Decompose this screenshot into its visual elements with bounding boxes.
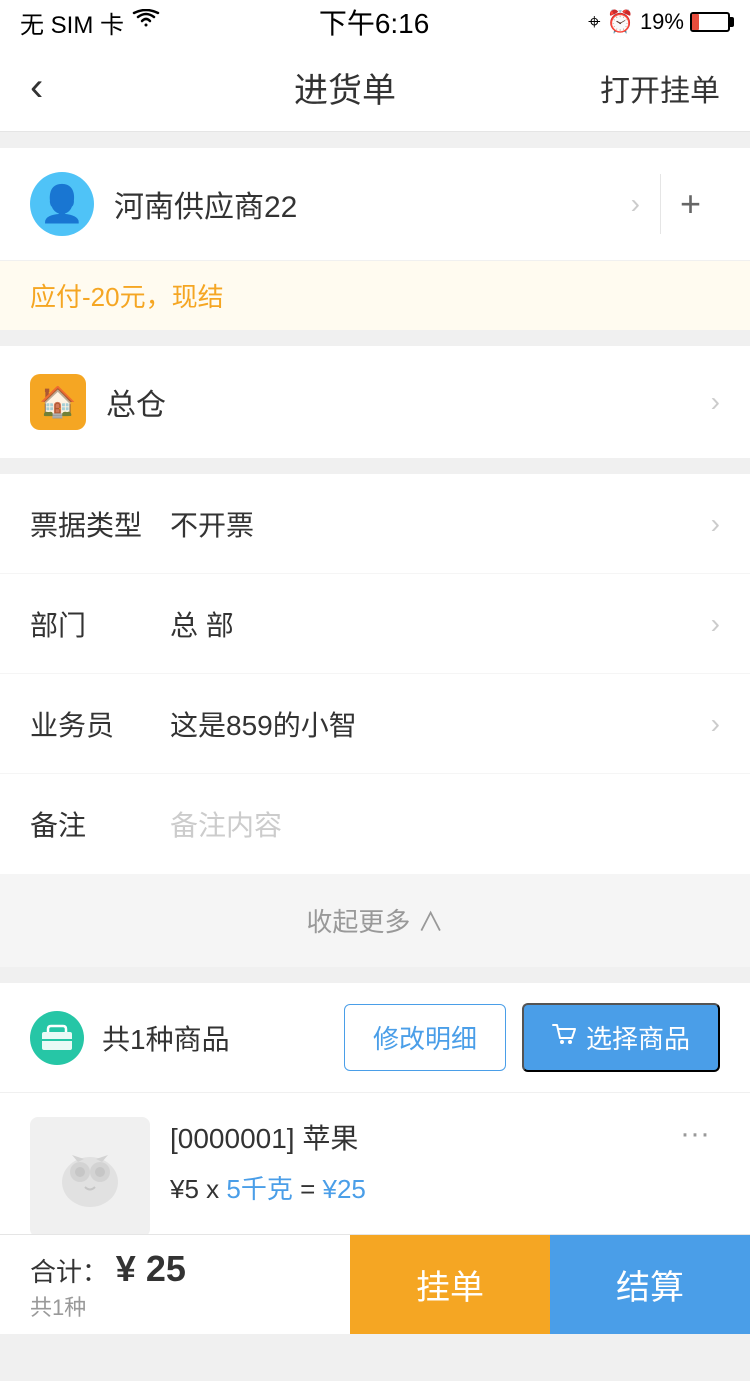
footer-total: 合计： ¥ 25 共1种 (0, 1248, 350, 1322)
products-header: 共1种商品 修改明细 选择商品 (0, 983, 750, 1093)
supplier-avatar: 👤 (30, 172, 94, 236)
products-section: 共1种商品 修改明细 选择商品 (0, 983, 750, 1261)
form-section: 票据类型 不开票 › 部门 总 部 › 业务员 这是859的小智 › 备注 备注… (0, 474, 750, 874)
edit-detail-button[interactable]: 修改明细 (344, 1004, 506, 1071)
warehouse-chevron-icon: › (711, 386, 720, 418)
product-pricing: ¥5 x 5千克 = ¥25 (170, 1169, 670, 1206)
remarks-label: 备注 (30, 804, 160, 844)
product-title: 苹果 (302, 1123, 358, 1154)
product-more-button[interactable]: ··· (670, 1117, 720, 1151)
supplier-section: 👤 河南供应商22 › + 应付-20元，现结 (0, 148, 750, 330)
select-product-button[interactable]: 选择商品 (522, 1003, 720, 1072)
salesman-chevron-icon: › (711, 708, 720, 740)
cart-icon (552, 1022, 578, 1053)
products-count: 共1种商品 (102, 1018, 344, 1058)
user-icon: 👤 (40, 183, 85, 225)
status-bar: 无 SIM 卡 下午6:16 ⌖ ⏰ 19% (0, 0, 750, 44)
total-label: 合计： (30, 1257, 108, 1287)
department-label: 部门 (30, 604, 160, 644)
alarm-icon: ⏰ (607, 9, 634, 35)
nav-bar: ‹ 进货单 打开挂单 (0, 44, 750, 132)
product-details: [0000001] 苹果 ¥5 x 5千克 = ¥25 (170, 1117, 670, 1206)
page-title: 进货单 (294, 63, 396, 112)
product-total: ¥25 (323, 1174, 366, 1204)
remarks-input[interactable]: 备注内容 (160, 804, 720, 844)
bill-type-row[interactable]: 票据类型 不开票 › (0, 474, 750, 574)
location-icon: ⌖ (588, 9, 600, 35)
product-thumbnail (30, 1117, 150, 1237)
back-button[interactable]: ‹ (30, 65, 90, 110)
warehouse-name: 总仓 (106, 380, 711, 424)
battery-percent: 19% (640, 9, 684, 35)
footer-total-line: 合计： ¥ 25 (30, 1248, 320, 1290)
salesman-row[interactable]: 业务员 这是859的小智 › (0, 674, 750, 774)
product-equals: = (300, 1174, 322, 1204)
product-quantity: 5千克 (226, 1174, 292, 1204)
bill-type-chevron-icon: › (711, 508, 720, 540)
carrier-text: 无 SIM 卡 (20, 5, 124, 40)
supplier-name: 河南供应商22 (114, 182, 631, 226)
supplier-info: 应付-20元，现结 (0, 261, 750, 330)
product-code: [0000001] (170, 1123, 302, 1154)
warehouse-section[interactable]: 🏠 总仓 › (0, 346, 750, 458)
status-time: 下午6:16 (319, 2, 430, 42)
department-chevron-icon: › (711, 608, 720, 640)
warehouse-row: 🏠 总仓 › (0, 346, 750, 458)
department-value: 总 部 (160, 604, 711, 644)
product-name: [0000001] 苹果 (170, 1117, 670, 1157)
footer: 合计： ¥ 25 共1种 挂单 结算 (0, 1234, 750, 1334)
main-content: 👤 河南供应商22 › + 应付-20元，现结 🏠 总仓 › 票据类型 不开票 … (0, 148, 750, 1381)
products-icon (30, 1011, 84, 1065)
hang-order-button[interactable]: 挂单 (350, 1235, 550, 1334)
product-price: ¥5 x (170, 1174, 226, 1204)
wifi-icon (132, 9, 160, 35)
total-amount: ¥ 25 (116, 1248, 186, 1289)
supplier-main[interactable]: 👤 河南供应商22 › (30, 172, 640, 236)
salesman-label: 业务员 (30, 704, 160, 744)
bill-type-label: 票据类型 (30, 504, 160, 544)
salesman-value: 这是859的小智 (160, 704, 711, 744)
settle-button[interactable]: 结算 (550, 1235, 750, 1334)
supplier-chevron-icon: › (631, 188, 640, 220)
warehouse-icon: 🏠 (30, 374, 86, 430)
total-count: 共1种 (30, 1290, 320, 1322)
status-right: ⌖ ⏰ 19% (588, 9, 730, 35)
open-pending-button[interactable]: 打开挂单 (600, 66, 720, 110)
supplier-row: 👤 河南供应商22 › + (0, 148, 750, 261)
select-product-label: 选择商品 (586, 1019, 690, 1056)
battery-icon (690, 12, 730, 32)
status-left: 无 SIM 卡 (20, 5, 160, 40)
remarks-row[interactable]: 备注 备注内容 (0, 774, 750, 874)
collapse-more-button[interactable]: 收起更多 ∧ (0, 874, 750, 967)
add-supplier-button[interactable]: + (660, 174, 720, 234)
bill-type-value: 不开票 (160, 504, 711, 544)
department-row[interactable]: 部门 总 部 › (0, 574, 750, 674)
